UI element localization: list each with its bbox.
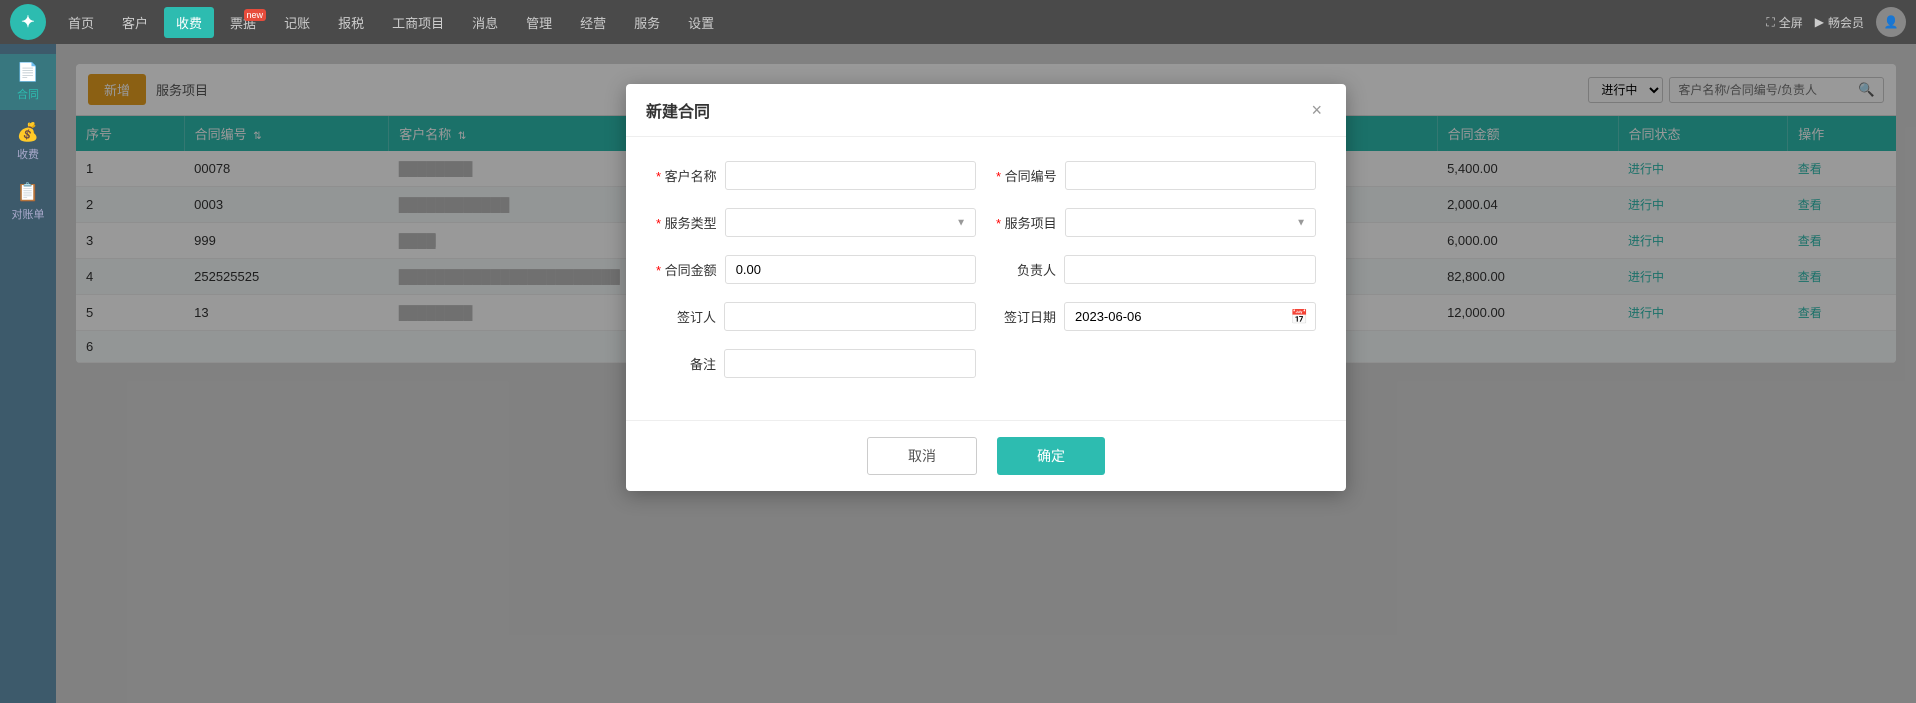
remark-input[interactable]: [724, 349, 976, 378]
amount-label: 合同金额: [656, 260, 717, 279]
nav-right: ⛶ 全屏 ▶ 畅会员 👤: [1766, 7, 1906, 37]
nav-message[interactable]: 消息: [460, 7, 510, 38]
nav-manage[interactable]: 管理: [514, 7, 564, 38]
person-label: 负责人: [996, 260, 1056, 279]
nav-items: 首页 客户 收费 票据 new 记账 报税 工商项目 消息 管理 经营 服务 设…: [56, 7, 1766, 38]
nav-service[interactable]: 服务: [622, 7, 672, 38]
amount-input[interactable]: [725, 255, 976, 284]
modal-footer: 取消 确定: [626, 420, 1346, 491]
form-group-sign-date: 签订日期 📅: [996, 302, 1316, 331]
form-group-service-item: 服务项目: [996, 208, 1316, 237]
modal-body: 客户名称 合同编号 服务类型: [626, 137, 1346, 420]
contract-no-input[interactable]: [1065, 161, 1316, 190]
modal-close-button[interactable]: ×: [1307, 100, 1326, 121]
signer-input[interactable]: [724, 302, 976, 331]
form-group-amount: 合同金额: [656, 255, 976, 284]
sign-date-input[interactable]: [1064, 302, 1316, 331]
billing-icon: 💰: [17, 122, 39, 143]
service-type-select[interactable]: [725, 208, 976, 237]
main-layout: 📄 合同 💰 收费 📋 对账单 新增 服务项目 进行中 已完成 已终止: [0, 44, 1916, 703]
confirm-button[interactable]: 确定: [997, 437, 1105, 475]
nav-tax[interactable]: 报税: [326, 7, 376, 38]
sidebar: 📄 合同 💰 收费 📋 对账单: [0, 44, 56, 703]
sidebar-item-contract[interactable]: 📄 合同: [0, 54, 56, 110]
modal-header: 新建合同 ×: [626, 84, 1346, 137]
contract-no-label: 合同编号: [996, 166, 1057, 185]
form-group-person: 负责人: [996, 255, 1316, 284]
app-logo: ✦: [10, 4, 46, 40]
play-icon: ▶: [1815, 15, 1824, 29]
form-group-service-type: 服务类型: [656, 208, 976, 237]
person-input[interactable]: [1064, 255, 1316, 284]
customer-name-label: 客户名称: [656, 166, 717, 185]
fullscreen-icon: ⛶: [1766, 15, 1774, 30]
service-type-label: 服务类型: [656, 213, 717, 232]
nav-operation[interactable]: 经营: [568, 7, 618, 38]
nav-billing[interactable]: 收费: [164, 7, 214, 38]
content-area: 新增 服务项目 进行中 已完成 已终止 🔍: [56, 44, 1916, 703]
form-row-1: 客户名称 合同编号: [656, 161, 1316, 190]
service-item-label: 服务项目: [996, 213, 1057, 232]
sign-date-label: 签订日期: [996, 307, 1056, 326]
form-group-customer: 客户名称: [656, 161, 976, 190]
new-contract-modal: 新建合同 × 客户名称 合同编号: [626, 84, 1346, 491]
remark-label: 备注: [656, 354, 716, 373]
nav-customer[interactable]: 客户: [110, 7, 160, 38]
form-group-remark: 备注: [656, 349, 976, 378]
modal-title: 新建合同: [646, 98, 710, 122]
avatar[interactable]: 👤: [1876, 7, 1906, 37]
nav-home[interactable]: 首页: [56, 7, 106, 38]
form-group-contract-no: 合同编号: [996, 161, 1316, 190]
nav-settings[interactable]: 设置: [676, 7, 726, 38]
signer-label: 签订人: [656, 307, 716, 326]
sign-date-wrap: 📅: [1064, 302, 1316, 331]
form-row-4: 签订人 签订日期 📅: [656, 302, 1316, 331]
top-navigation: ✦ 首页 客户 收费 票据 new 记账 报税 工商项目 消息 管理 经营 服务…: [0, 0, 1916, 44]
service-item-select-wrap: [1065, 208, 1316, 237]
form-row-3: 合同金额 负责人: [656, 255, 1316, 284]
service-type-select-wrap: [725, 208, 976, 237]
contract-icon: 📄: [17, 62, 39, 83]
statement-icon: 📋: [17, 182, 39, 203]
member-btn[interactable]: ▶ 畅会员: [1815, 14, 1864, 31]
cancel-button[interactable]: 取消: [867, 437, 977, 475]
form-row-2: 服务类型 服务项目: [656, 208, 1316, 237]
nav-commerce[interactable]: 工商项目: [380, 7, 456, 38]
modal-overlay: 新建合同 × 客户名称 合同编号: [56, 44, 1916, 703]
sidebar-item-billing[interactable]: 💰 收费: [0, 114, 56, 170]
user-icon: 👤: [1884, 15, 1899, 29]
form-row-5: 备注: [656, 349, 1316, 378]
customer-name-input[interactable]: [725, 161, 976, 190]
form-group-signer: 签订人: [656, 302, 976, 331]
service-item-select[interactable]: [1065, 208, 1316, 237]
nav-invoice[interactable]: 票据 new: [218, 7, 268, 38]
calendar-icon[interactable]: 📅: [1291, 308, 1308, 325]
sidebar-item-statement[interactable]: 📋 对账单: [0, 174, 56, 230]
nav-accounting[interactable]: 记账: [272, 7, 322, 38]
new-badge: new: [244, 9, 267, 21]
fullscreen-btn[interactable]: ⛶ 全屏: [1766, 14, 1802, 31]
